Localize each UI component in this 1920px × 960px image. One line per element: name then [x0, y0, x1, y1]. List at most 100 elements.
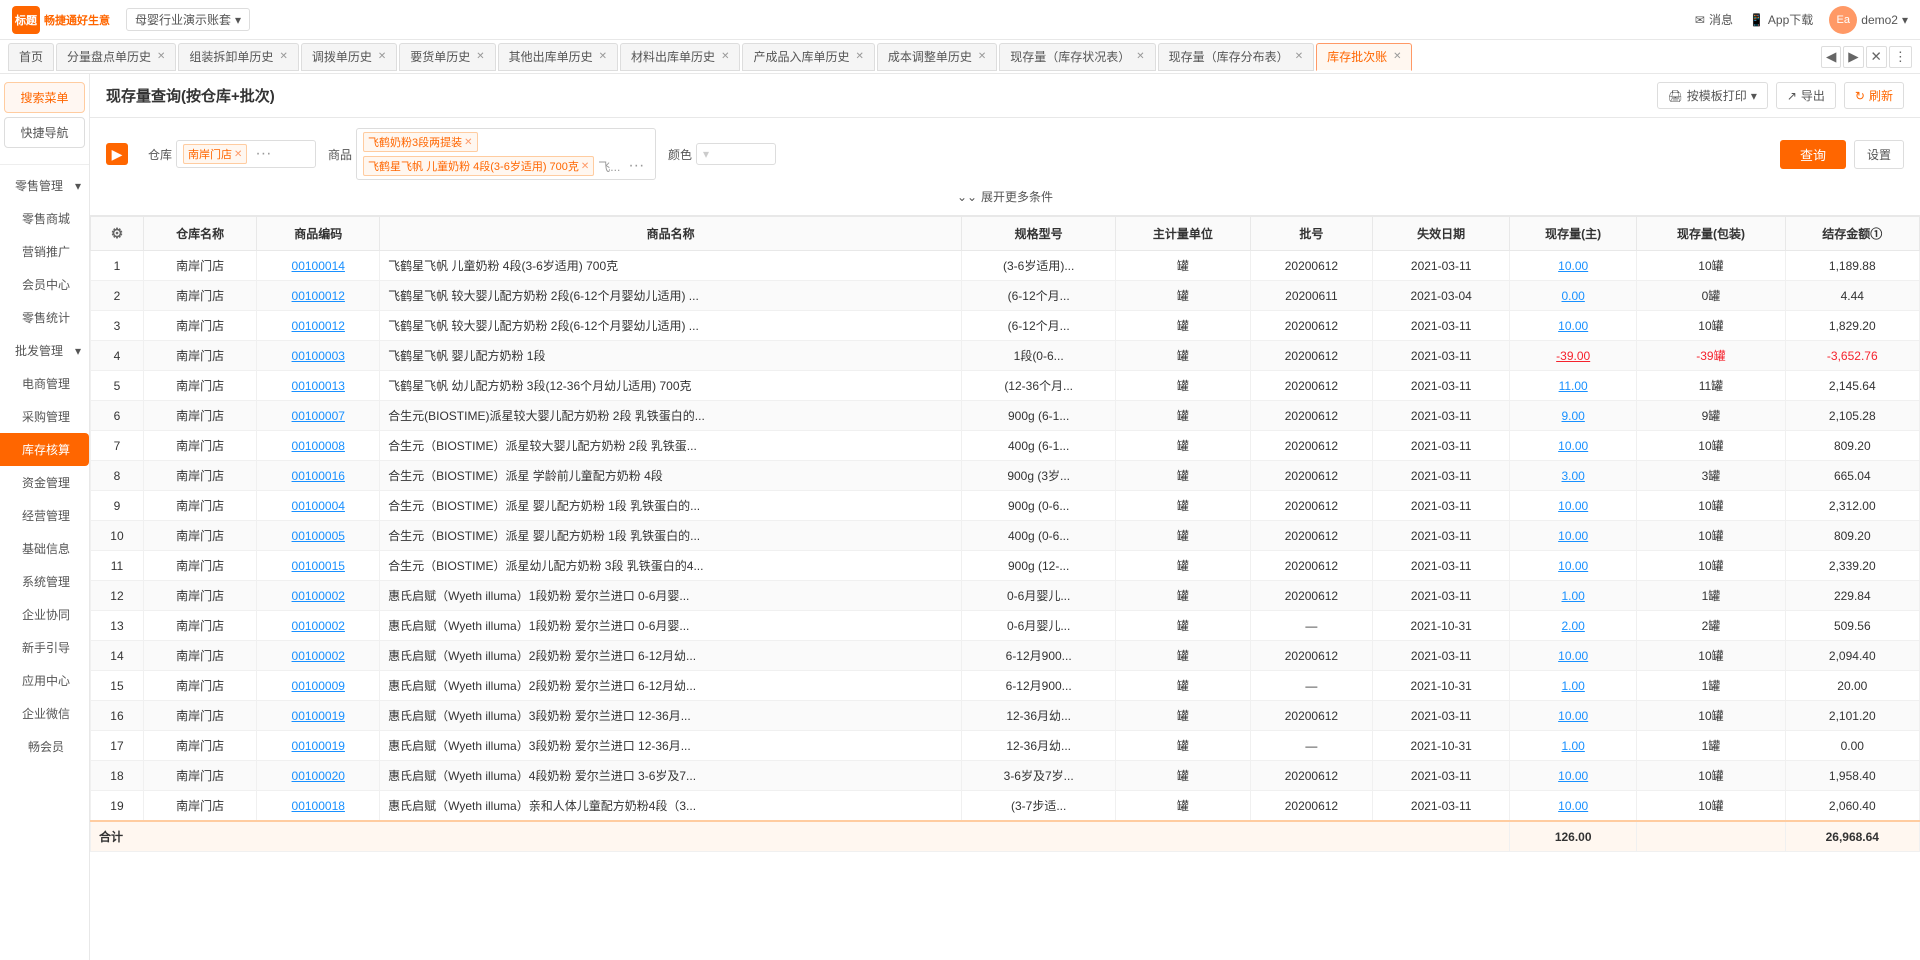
tab-xiancun1[interactable]: 现存量（库存状况表） ✕	[999, 43, 1155, 71]
sidebar-item-finance[interactable]: 资金管理	[0, 466, 89, 499]
product-tag-1-remove[interactable]: ✕	[464, 137, 472, 148]
tab-close-all[interactable]: ✕	[1866, 46, 1887, 68]
row-qty[interactable]: 10.00	[1510, 761, 1637, 791]
sidebar-item-purchase[interactable]: 采购管理	[0, 400, 89, 433]
row-code[interactable]: 00100008	[257, 431, 380, 461]
warehouse-more[interactable]: ···	[255, 145, 271, 163]
row-code[interactable]: 00100005	[257, 521, 380, 551]
product-input[interactable]: 飞鹤奶粉3段两提装 ✕ 飞鹤星飞帆 儿童奶粉 4段(3-6岁适用) 700克 ✕…	[356, 128, 656, 180]
sidebar-item-ecommerce[interactable]: 电商管理	[0, 367, 89, 400]
row-code[interactable]: 00100013	[257, 371, 380, 401]
tab-chancheng[interactable]: 产成品入库单历史 ✕	[742, 43, 874, 71]
sidebar-item-members[interactable]: 会员中心	[0, 268, 89, 301]
warehouse-input[interactable]: 南岸门店 ✕ ···	[176, 140, 316, 168]
row-code[interactable]: 00100020	[257, 761, 380, 791]
app-download-btn[interactable]: 📱 App下载	[1749, 11, 1813, 28]
row-qty[interactable]: 10.00	[1510, 431, 1637, 461]
sidebar-item-retail-stats[interactable]: 零售统计	[0, 301, 89, 334]
sidebar-item-member-club[interactable]: 畅会员	[0, 730, 89, 763]
row-qty[interactable]: 10.00	[1510, 251, 1637, 281]
row-code[interactable]: 00100018	[257, 791, 380, 822]
color-input[interactable]: ▾	[696, 143, 776, 165]
row-qty[interactable]: 10.00	[1510, 521, 1637, 551]
row-code[interactable]: 00100004	[257, 491, 380, 521]
tab-close[interactable]: ✕	[476, 51, 484, 62]
row-code[interactable]: 00100002	[257, 611, 380, 641]
tab-diaob[interactable]: 调拨单历史 ✕	[301, 43, 397, 71]
tab-close[interactable]: ✕	[1393, 51, 1401, 62]
row-qty[interactable]: 10.00	[1510, 701, 1637, 731]
tab-close[interactable]: ✕	[378, 51, 386, 62]
row-code[interactable]: 00100002	[257, 581, 380, 611]
quick-nav-btn[interactable]: 快捷导航	[4, 117, 85, 148]
tab-prev[interactable]: ◀	[1821, 46, 1841, 68]
row-code[interactable]: 00100016	[257, 461, 380, 491]
tab-chuku[interactable]: 其他出库单历史 ✕	[498, 43, 618, 71]
setting-btn[interactable]: 设置	[1854, 140, 1904, 169]
row-qty[interactable]: 10.00	[1510, 641, 1637, 671]
export-btn[interactable]: ↗ 导出	[1776, 82, 1836, 109]
sidebar-item-enterprise[interactable]: 企业协同	[0, 598, 89, 631]
row-code[interactable]: 00100002	[257, 641, 380, 671]
tab-cailiao[interactable]: 材料出库单历史 ✕	[620, 43, 740, 71]
sidebar-item-guide[interactable]: 新手引导	[0, 631, 89, 664]
row-qty[interactable]: 10.00	[1510, 551, 1637, 581]
tab-close[interactable]: ✕	[599, 51, 607, 62]
row-qty[interactable]: 1.00	[1510, 671, 1637, 701]
sidebar-item-operations[interactable]: 经营管理	[0, 499, 89, 532]
row-code[interactable]: 00100014	[257, 251, 380, 281]
tab-zuzhuang[interactable]: 组装拆卸单历史 ✕	[178, 43, 298, 71]
tab-close[interactable]: ✕	[1136, 51, 1144, 62]
tab-next[interactable]: ▶	[1843, 46, 1863, 68]
sidebar-item-inventory[interactable]: 库存核算	[0, 433, 89, 466]
row-qty[interactable]: 9.00	[1510, 401, 1637, 431]
row-code[interactable]: 00100019	[257, 731, 380, 761]
sidebar-item-wechat[interactable]: 企业微信	[0, 697, 89, 730]
product-more-btn[interactable]: ···	[628, 157, 644, 175]
refresh-btn[interactable]: ↻ 刷新	[1844, 82, 1904, 109]
tab-close[interactable]: ✕	[157, 51, 165, 62]
row-qty[interactable]: 11.00	[1510, 371, 1637, 401]
sidebar-item-wholesale[interactable]: 批发管理 ▾	[0, 334, 89, 367]
tab-yaohuo[interactable]: 要货单历史 ✕	[399, 43, 495, 71]
tab-close[interactable]: ✕	[279, 51, 287, 62]
query-btn[interactable]: 查询	[1780, 140, 1846, 169]
tab-close[interactable]: ✕	[855, 51, 863, 62]
expand-more-btn[interactable]: ⌄⌄ 展开更多条件	[106, 188, 1904, 205]
tab-kucun-pici[interactable]: 库存批次账 ✕	[1316, 43, 1412, 71]
tab-fenpan[interactable]: 分量盘点单历史 ✕	[56, 43, 176, 71]
tab-xiancun2[interactable]: 现存量（库存分布表） ✕	[1158, 43, 1314, 71]
row-qty[interactable]: 2.00	[1510, 611, 1637, 641]
filter-expand-icon[interactable]: ▶	[106, 143, 128, 165]
sidebar-item-system[interactable]: 系统管理	[0, 565, 89, 598]
row-qty[interactable]: -39.00	[1510, 341, 1637, 371]
row-code[interactable]: 00100019	[257, 701, 380, 731]
settings-icon[interactable]: ⚙	[111, 225, 124, 241]
product-tag-2-remove[interactable]: ✕	[581, 161, 589, 172]
tab-close[interactable]: ✕	[1295, 51, 1303, 62]
row-code[interactable]: 00100012	[257, 311, 380, 341]
row-qty[interactable]: 0.00	[1510, 281, 1637, 311]
row-code[interactable]: 00100003	[257, 341, 380, 371]
print-btn[interactable]: 🖨 按模板打印 ▾	[1657, 82, 1768, 109]
sidebar-item-basic[interactable]: 基础信息	[0, 532, 89, 565]
user-profile[interactable]: Ea demo2 ▾	[1829, 6, 1908, 34]
row-qty[interactable]: 1.00	[1510, 731, 1637, 761]
row-code[interactable]: 00100009	[257, 671, 380, 701]
row-code[interactable]: 00100015	[257, 551, 380, 581]
row-qty[interactable]: 1.00	[1510, 581, 1637, 611]
tab-close[interactable]: ✕	[721, 51, 729, 62]
row-code[interactable]: 00100007	[257, 401, 380, 431]
col-settings[interactable]: ⚙	[91, 217, 144, 251]
tab-home[interactable]: 首页	[8, 43, 54, 71]
sidebar-item-mall[interactable]: 零售商城	[0, 202, 89, 235]
tab-menu[interactable]: ⋮	[1889, 46, 1912, 68]
company-dropdown[interactable]: 母婴行业演示账套 ▾	[126, 8, 250, 31]
row-qty[interactable]: 10.00	[1510, 491, 1637, 521]
row-qty[interactable]: 10.00	[1510, 311, 1637, 341]
search-menu-btn[interactable]: 搜索菜单	[4, 82, 85, 113]
sidebar-item-retail[interactable]: 零售管理 ▾	[0, 169, 89, 202]
tab-close[interactable]: ✕	[978, 51, 986, 62]
warehouse-tag-remove[interactable]: ✕	[234, 149, 242, 160]
sidebar-item-apps[interactable]: 应用中心	[0, 664, 89, 697]
